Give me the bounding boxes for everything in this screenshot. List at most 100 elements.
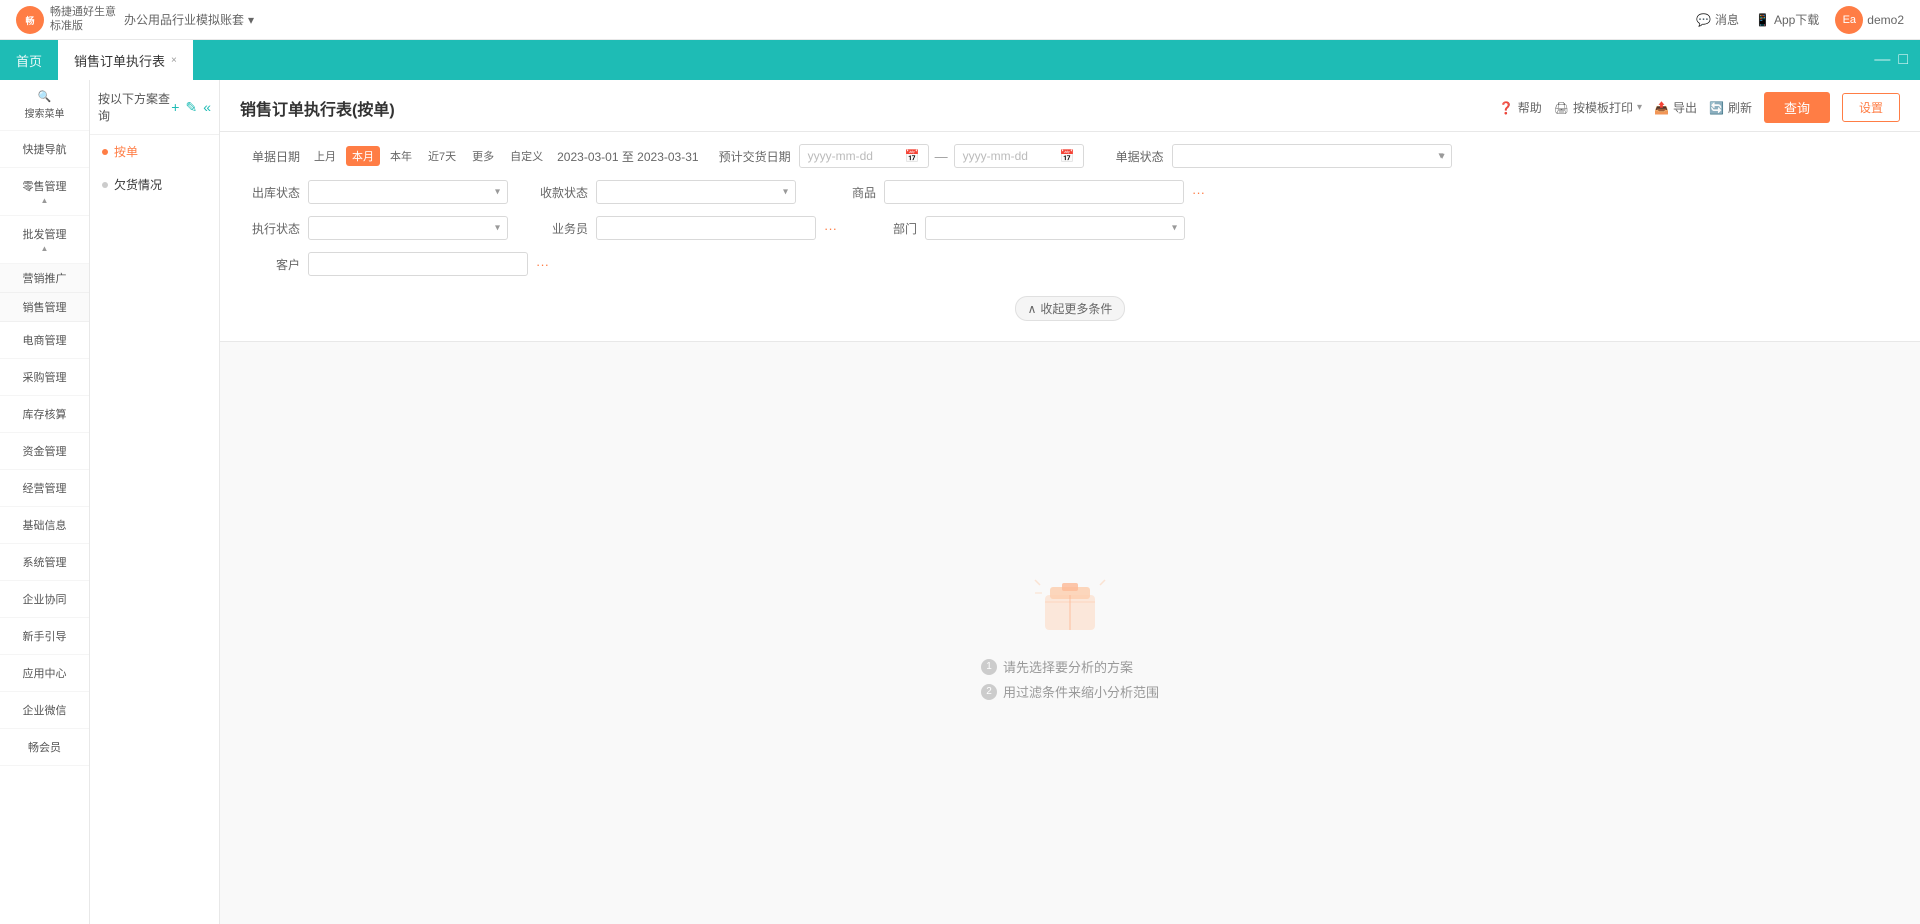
topbar-right: 💬 消息 📱 App下载 Ea demo2 — [1696, 6, 1904, 34]
active-dot-icon — [102, 149, 108, 155]
tab-minimize-icon[interactable]: — — [1874, 51, 1890, 69]
username-label: demo2 — [1867, 13, 1904, 27]
logo-icon: 畅 — [16, 6, 44, 34]
collapse-filters-button[interactable]: ∧ 收起更多条件 — [1015, 296, 1126, 321]
edit-scheme-button[interactable]: ✎ — [185, 99, 197, 116]
export-button[interactable]: 📤 导出 — [1654, 99, 1697, 116]
sidebar-item-ecommerce[interactable]: 电商管理 — [0, 322, 89, 359]
download-label: App下载 — [1774, 11, 1819, 28]
sidebar-item-marketing[interactable]: 营销推广 — [0, 264, 89, 293]
forecast-date-to[interactable]: yyyy-mm-dd 📅 — [954, 144, 1084, 168]
sidebar-item-enterprise-wechat[interactable]: 企业微信 — [0, 692, 89, 729]
inventory-label: 库存核算 — [23, 406, 67, 422]
help-button[interactable]: ❓ 帮助 — [1499, 99, 1542, 116]
logo-line2: 标准版 — [50, 20, 116, 33]
tip-number-1: 1 — [981, 659, 997, 675]
backorder-label: 欠货情况 — [114, 176, 162, 193]
exec-status-select[interactable] — [308, 216, 508, 240]
empty-state: 1 请先选择要分析的方案 2 用过滤条件来缩小分析范围 — [981, 565, 1159, 701]
settings-button[interactable]: 设置 — [1842, 93, 1900, 122]
tab-maximize-icon[interactable]: □ — [1898, 51, 1908, 69]
sidebar-item-system[interactable]: 系统管理 — [0, 544, 89, 581]
collapse-panel-button[interactable]: « — [203, 99, 211, 116]
tip-text-2: 用过滤条件来缩小分析范围 — [1003, 682, 1159, 701]
sidebar-item-enterprise-collab[interactable]: 企业协同 — [0, 581, 89, 618]
sidebar-item-operations[interactable]: 经营管理 — [0, 470, 89, 507]
user-menu[interactable]: Ea demo2 — [1835, 6, 1904, 34]
scheme-backorder[interactable]: 欠货情况 — [90, 168, 219, 201]
product-input[interactable] — [884, 180, 1184, 204]
help-label: 帮助 — [1518, 99, 1542, 116]
dept-select[interactable] — [925, 216, 1185, 240]
sidebar-search[interactable]: 🔍 搜索菜单 — [0, 80, 89, 131]
delivery-status-group: 出库状态 — [240, 180, 508, 204]
tab-active[interactable]: 销售订单执行表 × — [58, 40, 193, 80]
customer-input[interactable] — [308, 252, 528, 276]
customer-picker-icon[interactable]: ··· — [536, 257, 549, 272]
date-range-separator: — — [935, 149, 948, 164]
sidebar-quick-nav[interactable]: 快捷导航 — [0, 131, 89, 168]
export-icon: 📤 — [1654, 101, 1669, 115]
message-button[interactable]: 💬 消息 — [1696, 11, 1739, 28]
collapse-row: ∧ 收起更多条件 — [240, 288, 1900, 329]
search-icon: 🔍 — [38, 90, 52, 103]
sidebar-item-sales[interactable]: 销售管理 — [0, 293, 89, 322]
sidebar-item-member[interactable]: 畅会员 — [0, 729, 89, 766]
date-7days-btn[interactable]: 近7天 — [422, 146, 462, 166]
forecast-date-from[interactable]: yyyy-mm-dd 📅 — [799, 144, 929, 168]
sidebar-item-onboarding[interactable]: 新手引导 — [0, 618, 89, 655]
delivery-status-select[interactable] — [308, 180, 508, 204]
page-actions: ❓ 帮助 🖨 按模板打印 ▾ 📤 导出 🔄 刷新 — [1499, 92, 1900, 123]
tab-close-icon[interactable]: × — [171, 55, 177, 66]
retail-expand-icon: ▲ — [41, 196, 49, 205]
customer-filter-group: 客户 ··· — [240, 252, 549, 276]
forecast-from-placeholder: yyyy-mm-dd — [808, 149, 873, 163]
search-menu-label: 搜索菜单 — [25, 105, 65, 120]
home-tab-label: 首页 — [16, 51, 42, 70]
tip-text-1: 请先选择要分析的方案 — [1003, 657, 1133, 676]
salesperson-input[interactable] — [596, 216, 816, 240]
empty-tip-2: 2 用过滤条件来缩小分析范围 — [981, 682, 1159, 701]
filter-row-1: 单据日期 上月 本月 本年 近7天 更多 自定义 2023-03-01 至 20… — [240, 144, 1900, 168]
scheme-by-order[interactable]: 按单 — [90, 135, 219, 168]
tab-home[interactable]: 首页 — [0, 40, 58, 80]
print-button[interactable]: 🖨 按模板打印 ▾ — [1554, 99, 1642, 116]
app-download-button[interactable]: 📱 App下载 — [1755, 11, 1819, 28]
main-content: 销售订单执行表(按单) ❓ 帮助 🖨 按模板打印 ▾ 📤 导出 — [220, 80, 1920, 924]
collection-status-select[interactable] — [596, 180, 796, 204]
date-more-btn[interactable]: 更多 — [466, 146, 500, 166]
date-current-month-btn[interactable]: 本月 — [346, 146, 380, 166]
date-current-year-btn[interactable]: 本年 — [384, 146, 418, 166]
product-picker-icon[interactable]: ··· — [1192, 185, 1205, 200]
by-order-label: 按单 — [114, 143, 138, 160]
export-label: 导出 — [1673, 99, 1697, 116]
left-panel-header: 按以下方案查询 + ✎ « — [90, 80, 219, 135]
sidebar-item-inventory[interactable]: 库存核算 — [0, 396, 89, 433]
sidebar-item-procurement[interactable]: 采购管理 — [0, 359, 89, 396]
dropdown-arrow-icon[interactable]: ▾ — [248, 13, 254, 27]
sidebar-item-wholesale[interactable]: 批发管理 ▲ — [0, 216, 89, 264]
topbar-title: 办公用品行业模拟账套 ▾ — [124, 11, 254, 28]
sidebar-item-basics[interactable]: 基础信息 — [0, 507, 89, 544]
exec-status-group: 执行状态 — [240, 216, 508, 240]
date-custom-btn[interactable]: 自定义 — [504, 146, 549, 166]
sidebar-item-retail[interactable]: 零售管理 ▲ — [0, 168, 89, 216]
sidebar: 🔍 搜索菜单 快捷导航 零售管理 ▲ 批发管理 ▲ 营销推广 销售管理 电商管理… — [0, 80, 90, 924]
sidebar-item-app-center[interactable]: 应用中心 — [0, 655, 89, 692]
results-area: 1 请先选择要分析的方案 2 用过滤条件来缩小分析范围 — [220, 342, 1920, 924]
sidebar-item-finance[interactable]: 资金管理 — [0, 433, 89, 470]
quick-nav-label: 快捷导航 — [23, 141, 67, 157]
salesperson-filter-group: 业务员 ··· — [528, 216, 837, 240]
refresh-button[interactable]: 🔄 刷新 — [1709, 99, 1752, 116]
enterprise-wechat-label: 企业微信 — [23, 702, 67, 718]
add-scheme-button[interactable]: + — [171, 99, 179, 116]
status-select[interactable] — [1172, 144, 1452, 168]
collection-status-label: 收款状态 — [528, 184, 588, 201]
dept-label: 部门 — [857, 220, 917, 237]
salesperson-picker-icon[interactable]: ··· — [824, 221, 837, 236]
forecast-date-pickers: yyyy-mm-dd 📅 — yyyy-mm-dd 📅 — [799, 144, 1084, 168]
date-prev-month-btn[interactable]: 上月 — [308, 146, 342, 166]
finance-label: 资金管理 — [23, 443, 67, 459]
collapse-label: 收起更多条件 — [1040, 300, 1112, 317]
search-button[interactable]: 查询 — [1764, 92, 1830, 123]
